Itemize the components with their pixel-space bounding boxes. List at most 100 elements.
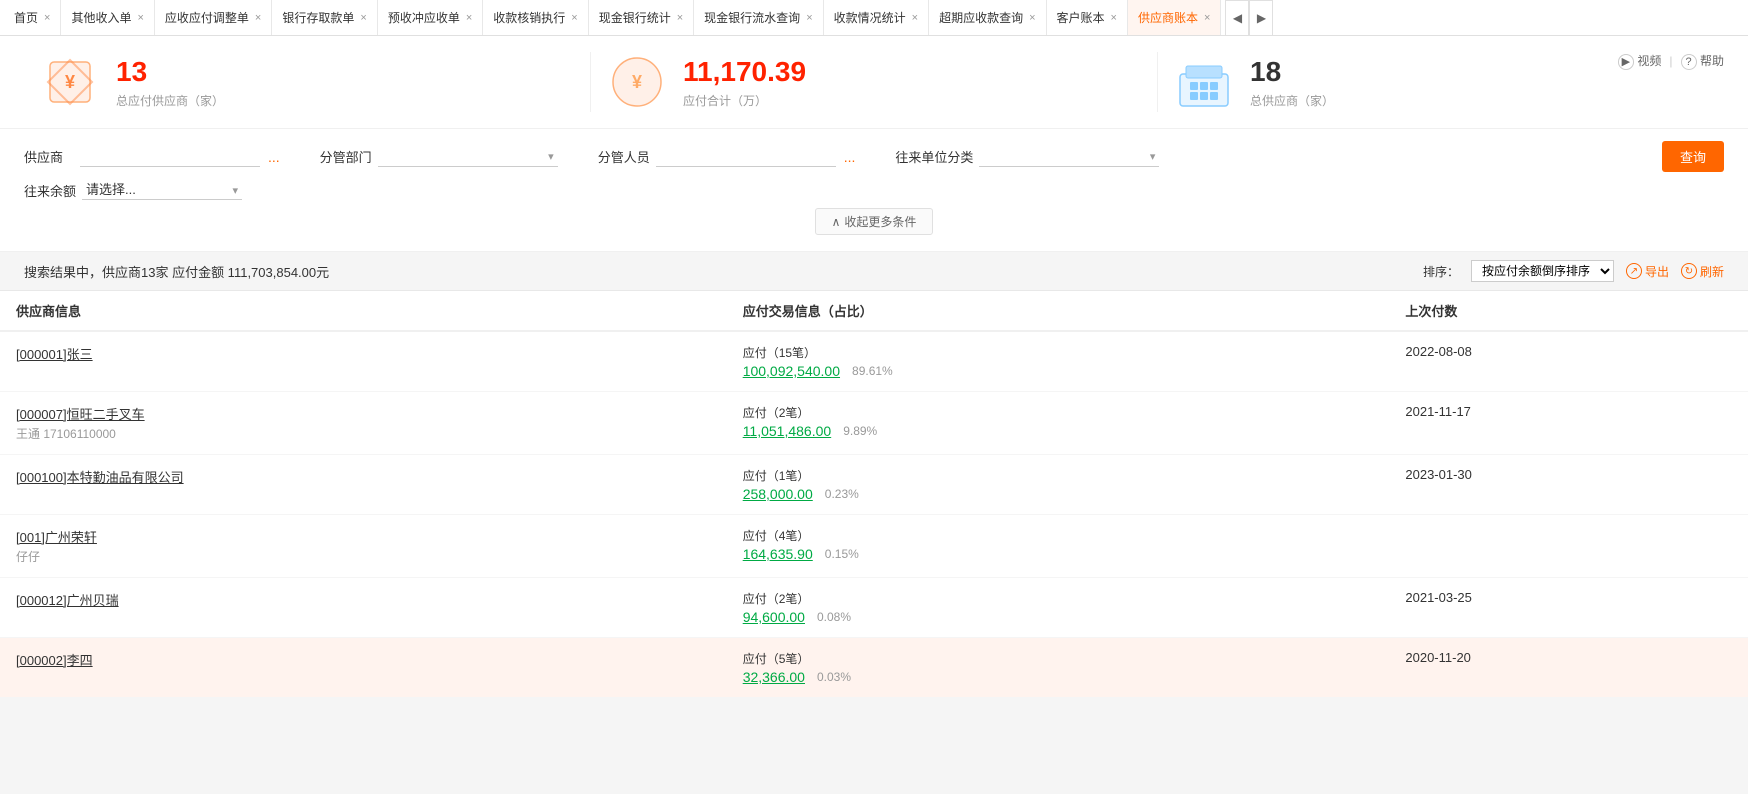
- search-button[interactable]: 查询: [1662, 141, 1724, 172]
- supplier-link-1[interactable]: [000007]恒旺二手叉车: [16, 407, 145, 422]
- summary-card-payable-total-content: 11,170.39 应付合计（万）: [683, 55, 806, 110]
- nav-prev-arrow[interactable]: ◀: [1225, 0, 1249, 36]
- help-circle-icon: ?: [1681, 54, 1697, 70]
- supplier-cell-4: [000012]广州贝瑞: [0, 578, 727, 638]
- dept-select[interactable]: [378, 147, 558, 167]
- nav-tab-other-income-close[interactable]: ×: [137, 12, 143, 24]
- last-pay-cell-5: 2020-11-20: [1389, 638, 1748, 698]
- collapse-button[interactable]: ∧ 收起更多条件: [815, 208, 934, 235]
- supplier-cell-0: [000001]张三: [0, 331, 727, 392]
- nav-tab-pre-recv-label: 预收冲应收单: [388, 9, 460, 26]
- person-input[interactable]: [656, 147, 836, 167]
- nav-tab-supplier-ledger-label: 供应商账本: [1138, 9, 1198, 26]
- refresh-icon: ↻: [1681, 263, 1697, 279]
- table-header: 供应商信息 应付交易信息（占比） 上次付数: [0, 291, 1748, 331]
- video-btn[interactable]: ▶ 视频: [1618, 52, 1662, 69]
- nav-tab-other-income[interactable]: 其他收入单 ×: [61, 0, 154, 36]
- nav-tab-cash-bank-flow[interactable]: 现金银行流水查询 ×: [694, 0, 823, 36]
- svg-text:¥: ¥: [632, 72, 642, 92]
- nav-tab-supplier-ledger-close[interactable]: ×: [1204, 12, 1210, 24]
- tx-label-5: 应付（5笔）: [743, 650, 1374, 667]
- filter-balance: 往来余额 请选择... ▾: [24, 180, 242, 200]
- nav-tab-bank-deposit[interactable]: 银行存取款单 ×: [272, 0, 377, 36]
- supplier-link-3[interactable]: [001]广州荣轩: [16, 530, 97, 545]
- tx-cell-3: 应付（4笔）164,635.900.15%: [727, 515, 1390, 578]
- collapse-icon: ∧: [832, 215, 841, 229]
- nav-tab-cash-bank-stat-close[interactable]: ×: [677, 12, 683, 24]
- tx-label-4: 应付（2笔）: [743, 590, 1374, 607]
- person-label: 分管人员: [598, 147, 650, 166]
- amount-0[interactable]: 100,092,540.00: [743, 363, 840, 379]
- nav-tab-supplier-ledger[interactable]: 供应商账本 ×: [1128, 0, 1221, 36]
- nav-tab-customer-ledger[interactable]: 客户账本 ×: [1047, 0, 1128, 36]
- supplier-dots-btn[interactable]: ...: [268, 149, 280, 165]
- nav-tab-home-close[interactable]: ×: [44, 12, 50, 24]
- category-select[interactable]: [979, 147, 1159, 167]
- supplier-cell-2: [000100]本特勤油品有限公司: [0, 455, 727, 515]
- nav-tab-home[interactable]: 首页 ×: [4, 0, 61, 36]
- table-row: [000002]李四应付（5笔）32,366.000.03%2020-11-20: [0, 638, 1748, 698]
- header-summary: ¥ 13 总应付供应商（家） ¥ 11,170.39 应付合计（万）: [0, 36, 1748, 129]
- supplier-link-5[interactable]: [000002]李四: [16, 653, 93, 668]
- supplier-cell-1: [000007]恒旺二手叉车王通 17106110000: [0, 392, 727, 455]
- tx-cell-5: 应付（5笔）32,366.000.03%: [727, 638, 1390, 698]
- summary-card-payable-total: ¥ 11,170.39 应付合计（万）: [591, 52, 1158, 112]
- export-label: 导出: [1645, 263, 1669, 280]
- nav-tab-recv-verify-close[interactable]: ×: [571, 12, 577, 24]
- nav-tab-recv-verify[interactable]: 收款核销执行 ×: [483, 0, 588, 36]
- sort-select[interactable]: 按应付余额倒序排序: [1471, 260, 1614, 282]
- top-navigation: 首页 × 其他收入单 × 应收应付调整单 × 银行存取款单 × 预收冲应收单 ×…: [0, 0, 1748, 36]
- collapse-label: 收起更多条件: [844, 213, 916, 230]
- export-button[interactable]: ↗ 导出: [1626, 263, 1669, 280]
- supplier-link-4[interactable]: [000012]广州贝瑞: [16, 593, 119, 608]
- nav-tab-cash-bank-flow-label: 现金银行流水查询: [704, 9, 800, 26]
- balance-select[interactable]: 请选择...: [82, 180, 242, 200]
- help-btn[interactable]: ? 帮助: [1681, 52, 1724, 69]
- nav-next-arrow[interactable]: ▶: [1249, 0, 1273, 36]
- amount-5[interactable]: 32,366.00: [743, 669, 805, 685]
- supplier-link-2[interactable]: [000100]本特勤油品有限公司: [16, 470, 184, 485]
- nav-tab-home-label: 首页: [14, 9, 38, 26]
- amount-3[interactable]: 164,635.90: [743, 546, 813, 562]
- nav-tab-customer-ledger-close[interactable]: ×: [1111, 12, 1117, 24]
- sort-label: 排序：: [1423, 263, 1459, 280]
- supplier-sub-1: 王通 17106110000: [16, 425, 711, 442]
- table-body: [000001]张三应付（15笔）100,092,540.0089.61%202…: [0, 331, 1748, 698]
- dept-select-wrapper: ▾: [378, 147, 558, 167]
- refresh-button[interactable]: ↻ 刷新: [1681, 263, 1724, 280]
- video-circle-icon: ▶: [1618, 54, 1634, 70]
- supplier-input[interactable]: [80, 147, 260, 167]
- suppliers-table: 供应商信息 应付交易信息（占比） 上次付数 [000001]张三 应付（15笔） 1…: [0, 291, 1748, 698]
- nav-tab-ar-ap-adjust-close[interactable]: ×: [255, 12, 261, 24]
- help-label: 帮助: [1700, 54, 1724, 68]
- filter-dept: 分管部门 ▾: [320, 147, 558, 167]
- nav-tab-overdue-recv[interactable]: 超期应收款查询 ×: [929, 0, 1046, 36]
- tx-label-1: 应付（2笔）: [743, 404, 1374, 421]
- supplier-link-0[interactable]: [000001]张三: [16, 347, 93, 362]
- amount-1[interactable]: 11,051,486.00: [743, 423, 832, 439]
- collapse-row: ∧ 收起更多条件: [24, 208, 1724, 235]
- nav-tab-ar-ap-adjust[interactable]: 应收应付调整单 ×: [155, 0, 272, 36]
- nav-tab-cash-bank-stat[interactable]: 现金银行统计 ×: [589, 0, 694, 36]
- nav-tab-recv-verify-label: 收款核销执行: [493, 9, 565, 26]
- nav-tab-cash-bank-flow-close[interactable]: ×: [806, 12, 812, 24]
- amount-4[interactable]: 94,600.00: [743, 609, 805, 625]
- amount-2[interactable]: 258,000.00: [743, 486, 813, 502]
- filter-category: 往来单位分类 ▾: [895, 147, 1159, 167]
- payable-total-num: 11,170.39: [683, 55, 806, 89]
- supplier-sub-3: 仔仔: [16, 548, 711, 565]
- total-suppliers-num: 18: [1250, 55, 1334, 89]
- last-pay-cell-0: 2022-08-08: [1389, 331, 1748, 392]
- nav-tab-recv-stat[interactable]: 收款情况统计 ×: [824, 0, 929, 36]
- nav-tab-recv-stat-close[interactable]: ×: [912, 12, 918, 24]
- nav-tab-bank-deposit-close[interactable]: ×: [360, 12, 366, 24]
- tx-label-0: 应付（15笔）: [743, 344, 1374, 361]
- nav-tab-pre-recv-close[interactable]: ×: [466, 12, 472, 24]
- nav-tab-pre-recv[interactable]: 预收冲应收单 ×: [378, 0, 483, 36]
- tx-label-2: 应付（1笔）: [743, 467, 1374, 484]
- last-pay-cell-1: 2021-11-17: [1389, 392, 1748, 455]
- last-pay-cell-2: 2023-01-30: [1389, 455, 1748, 515]
- nav-tab-overdue-recv-close[interactable]: ×: [1029, 12, 1035, 24]
- person-dots-btn[interactable]: ...: [844, 149, 856, 165]
- table-header-row: 供应商信息 应付交易信息（占比） 上次付数: [0, 291, 1748, 331]
